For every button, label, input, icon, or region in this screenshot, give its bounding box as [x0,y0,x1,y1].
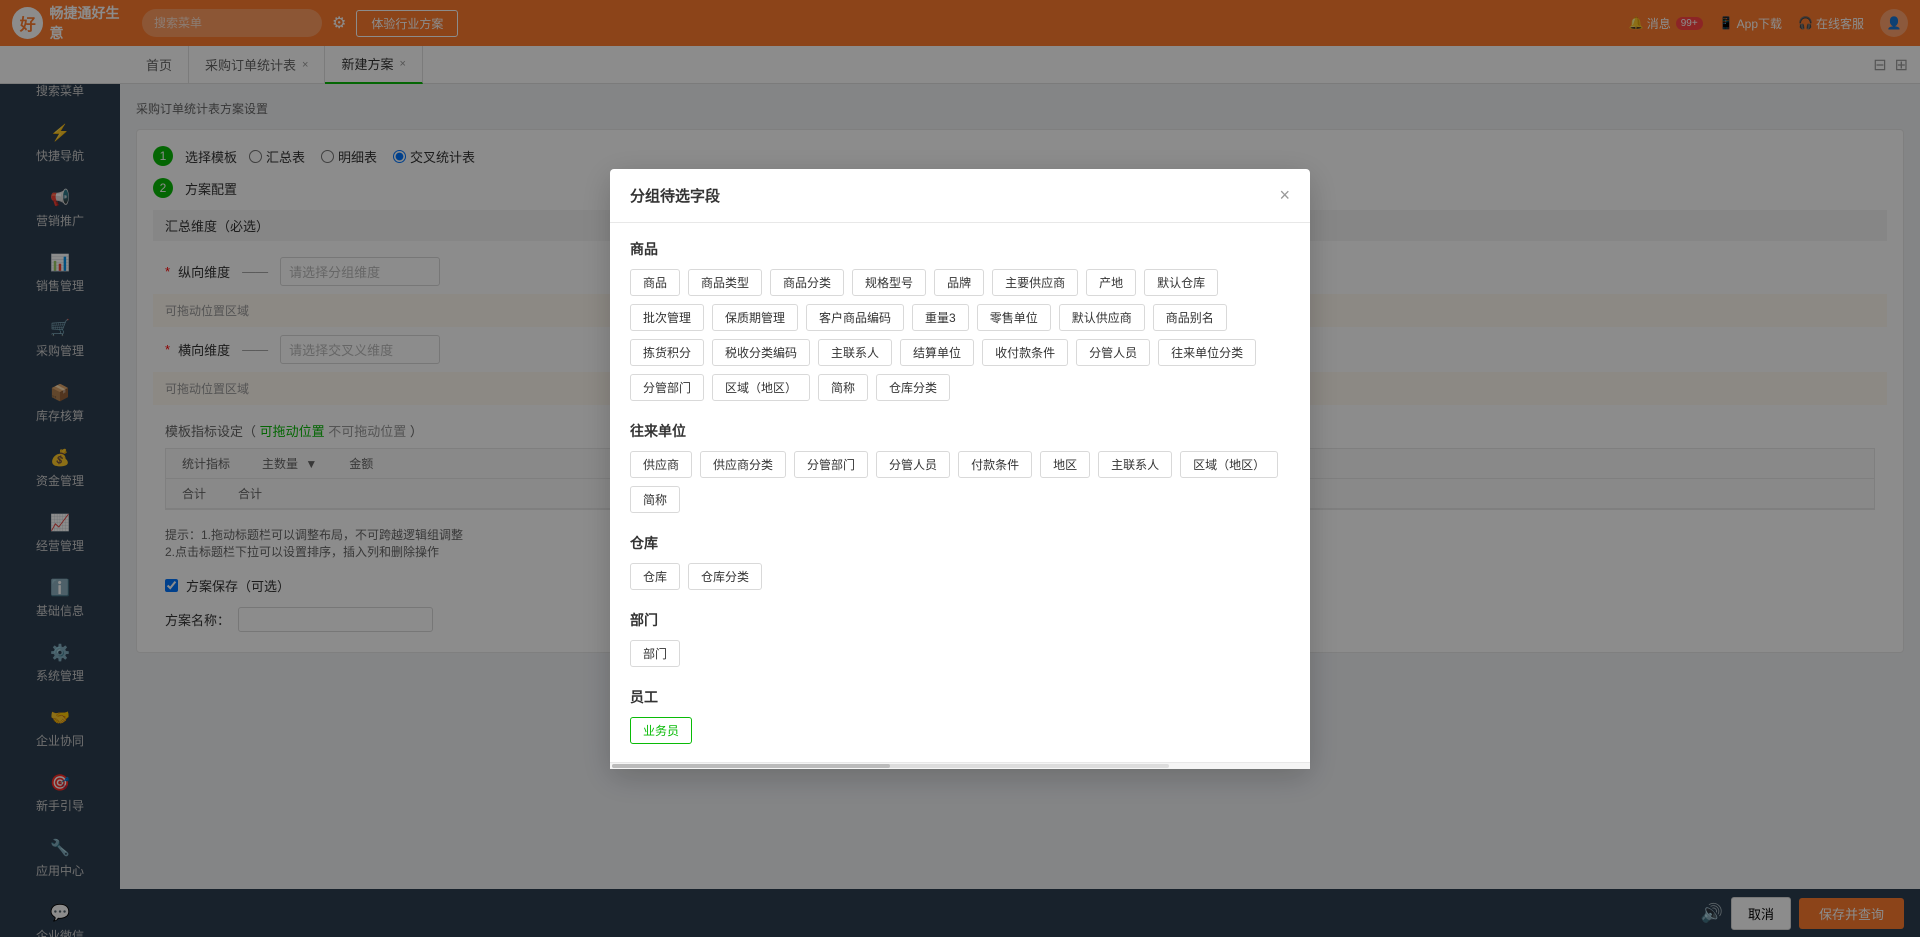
section-dept-title: 部门 [630,610,1290,630]
section-warehouse-title: 仓库 [630,533,1290,553]
warehouse-field-grid: 仓库 仓库分类 [630,563,1290,590]
field-warehouse-cat[interactable]: 仓库分类 [688,563,762,590]
field-settle-unit[interactable]: 结算单位 [900,339,974,366]
field-salesman[interactable]: 业务员 [630,717,692,744]
employee-field-grid: 业务员 [630,717,1290,744]
section-goods: 商品 商品 商品类型 商品分类 规格型号 品牌 主要供应商 产地 默认仓库 批次… [630,239,1290,401]
section-dept: 部门 部门 [630,610,1290,667]
field-supervisor-party[interactable]: 分管人员 [876,451,950,478]
section-goods-title: 商品 [630,239,1290,259]
section-employee: 员工 业务员 [630,687,1290,744]
field-region-party[interactable]: 区域（地区） [1180,451,1278,478]
field-dept-party[interactable]: 分管部门 [794,451,868,478]
field-customer-code[interactable]: 客户商品编码 [806,304,904,331]
field-default-supplier[interactable]: 默认供应商 [1059,304,1145,331]
field-expiry-manage[interactable]: 保质期管理 [712,304,798,331]
field-batch-manage[interactable]: 批次管理 [630,304,704,331]
field-warehouse[interactable]: 仓库 [630,563,680,590]
field-default-warehouse[interactable]: 默认仓库 [1144,269,1218,296]
field-short-name-party[interactable]: 简称 [630,486,680,513]
section-party: 往来单位 供应商 供应商分类 分管部门 分管人员 付款条件 地区 主联系人 区域… [630,421,1290,513]
section-warehouse: 仓库 仓库 仓库分类 [630,533,1290,590]
party-field-grid: 供应商 供应商分类 分管部门 分管人员 付款条件 地区 主联系人 区域（地区） … [630,451,1290,513]
field-goods-category[interactable]: 商品分类 [770,269,844,296]
field-area[interactable]: 地区 [1040,451,1090,478]
dialog: 分组待选字段 × 商品 商品 商品类型 商品分类 规格型号 品牌 主要供应商 产… [610,169,1310,769]
field-pick-score[interactable]: 拣货积分 [630,339,704,366]
field-short-name[interactable]: 简称 [818,374,868,401]
field-goods-type[interactable]: 商品类型 [688,269,762,296]
field-goods[interactable]: 商品 [630,269,680,296]
dialog-hscroll[interactable] [610,762,1310,768]
goods-field-grid: 商品 商品类型 商品分类 规格型号 品牌 主要供应商 产地 默认仓库 批次管理 … [630,269,1290,401]
field-supervisor[interactable]: 分管人员 [1076,339,1150,366]
dialog-header: 分组待选字段 × [610,169,1310,223]
field-region[interactable]: 区域（地区） [712,374,810,401]
field-warehouse-category[interactable]: 仓库分类 [876,374,950,401]
field-party-category[interactable]: 往来单位分类 [1158,339,1256,366]
field-dept[interactable]: 部门 [630,640,680,667]
field-brand[interactable]: 品牌 [934,269,984,296]
section-party-title: 往来单位 [630,421,1290,441]
field-dept-manage[interactable]: 分管部门 [630,374,704,401]
dialog-body: 商品 商品 商品类型 商品分类 规格型号 品牌 主要供应商 产地 默认仓库 批次… [610,223,1310,763]
field-payment-terms[interactable]: 收付款条件 [982,339,1068,366]
field-main-supplier[interactable]: 主要供应商 [992,269,1078,296]
field-retail-unit[interactable]: 零售单位 [977,304,1051,331]
field-main-contact[interactable]: 主联系人 [818,339,892,366]
dialog-close-button[interactable]: × [1279,186,1290,204]
field-origin[interactable]: 产地 [1086,269,1136,296]
field-payment-cond[interactable]: 付款条件 [958,451,1032,478]
section-employee-title: 员工 [630,687,1290,707]
dialog-overlay: 分组待选字段 × 商品 商品 商品类型 商品分类 规格型号 品牌 主要供应商 产… [0,0,1920,937]
field-alias[interactable]: 商品别名 [1153,304,1227,331]
field-main-contact-party[interactable]: 主联系人 [1098,451,1172,478]
dept-field-grid: 部门 [630,640,1290,667]
field-supplier-category[interactable]: 供应商分类 [700,451,786,478]
field-spec-model[interactable]: 规格型号 [852,269,926,296]
field-weight[interactable]: 重量3 [912,304,969,331]
field-supplier[interactable]: 供应商 [630,451,692,478]
dialog-title: 分组待选字段 [630,185,720,206]
field-tax-code[interactable]: 税收分类编码 [712,339,810,366]
